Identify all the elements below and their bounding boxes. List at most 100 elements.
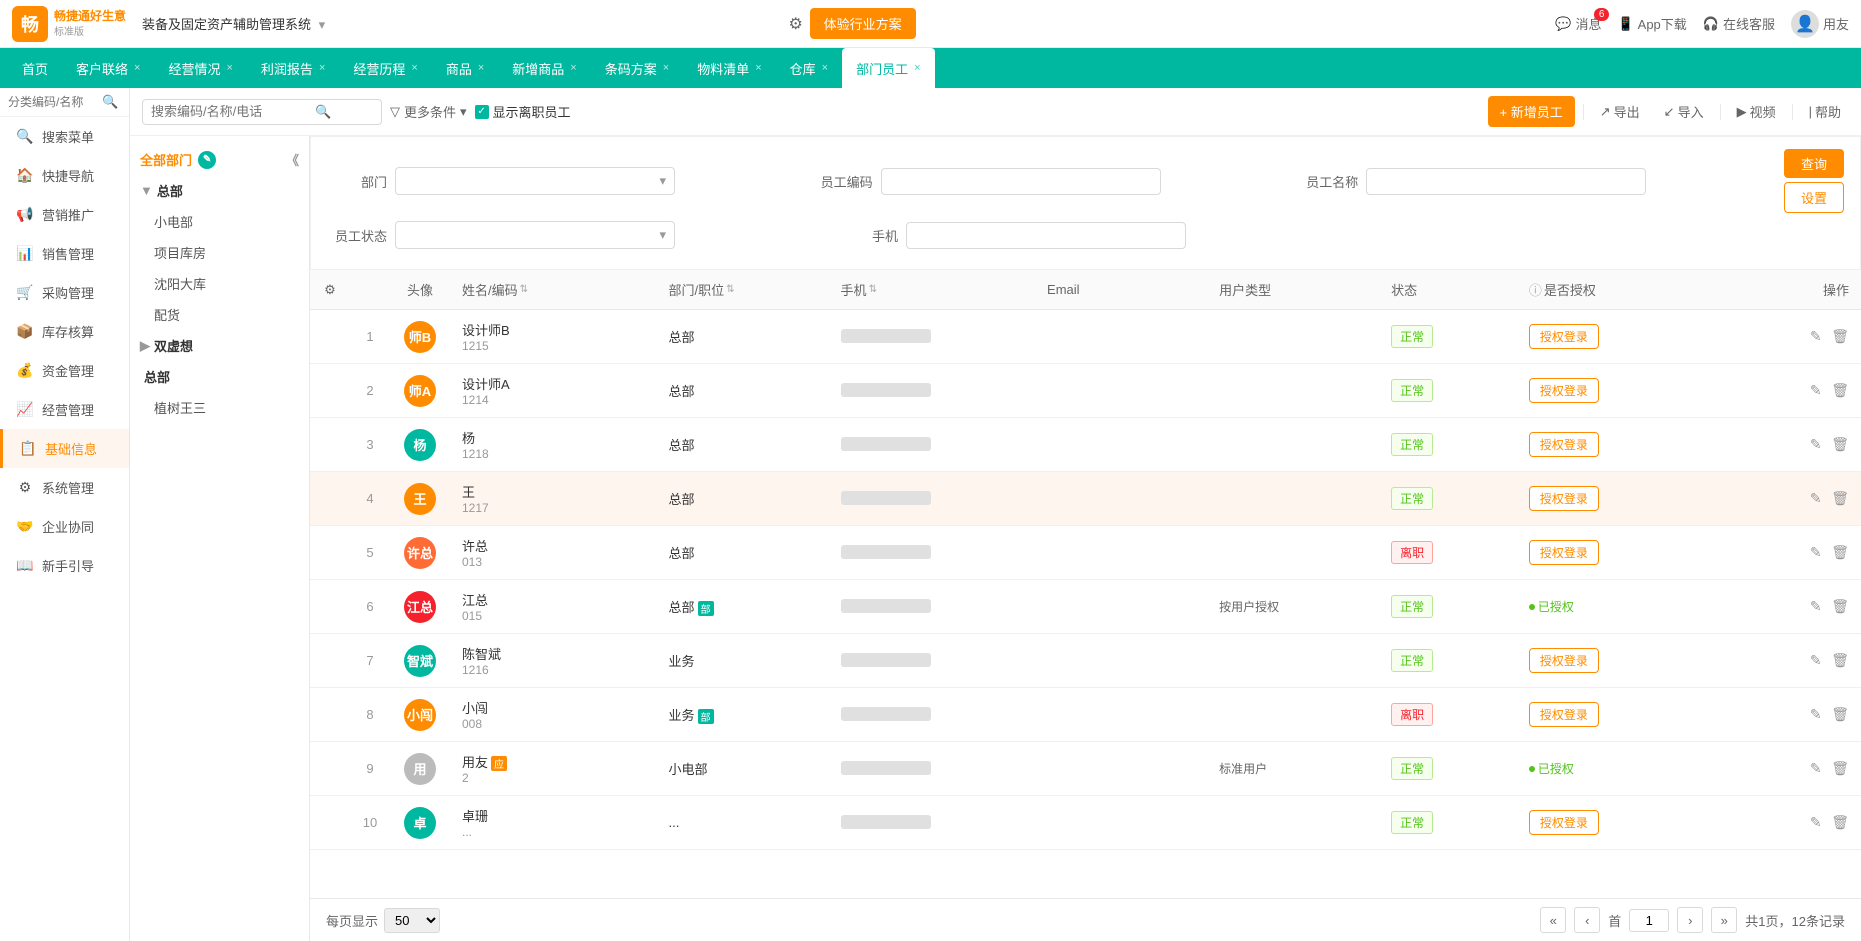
- delete-icon[interactable]: 🗑: [1831, 760, 1849, 776]
- sidebar-item-marketing[interactable]: 📢 营销推广: [0, 195, 129, 234]
- close-icon[interactable]: ×: [411, 62, 417, 74]
- sidebar-item-search[interactable]: 🔍 搜索菜单: [0, 117, 129, 156]
- sidebar-item-finance[interactable]: 💰 资金管理: [0, 351, 129, 390]
- import-button[interactable]: ↙ 导入: [1656, 98, 1712, 125]
- auth-login-button[interactable]: 授权登录: [1529, 702, 1599, 727]
- close-icon[interactable]: ×: [822, 62, 828, 74]
- sidebar-item-sales[interactable]: 📊 销售管理: [0, 234, 129, 273]
- close-icon[interactable]: ×: [570, 62, 576, 74]
- delete-icon[interactable]: 🗑: [1831, 706, 1849, 722]
- dept-item-project[interactable]: 项目库房: [130, 237, 309, 268]
- add-employee-button[interactable]: + 新增员工: [1488, 96, 1575, 127]
- sidebar-item-guide[interactable]: 📖 新手引导: [0, 546, 129, 585]
- sidebar-item-basic[interactable]: 📋 基础信息: [0, 429, 129, 468]
- empstatus-filter-select[interactable]: ▾: [395, 221, 675, 249]
- delete-icon[interactable]: 🗑: [1831, 814, 1849, 830]
- dept-item-shenyang[interactable]: 沈阳大库: [130, 268, 309, 299]
- dept-edit-button[interactable]: ✎: [198, 151, 216, 169]
- auth-login-button[interactable]: 授权登录: [1529, 432, 1599, 457]
- sidebar-item-purchase[interactable]: 🛒 采购管理: [0, 273, 129, 312]
- prev-page-button[interactable]: ‹: [1574, 907, 1600, 933]
- show-former-checkbox[interactable]: ✓ 显示离职员工: [475, 102, 571, 121]
- close-icon[interactable]: ×: [478, 62, 484, 74]
- dept-group-shuang[interactable]: ▶ 双虚想: [130, 330, 309, 361]
- th-name[interactable]: 姓名/编码 ⇅: [450, 270, 656, 310]
- tab-profit[interactable]: 利润报告×: [247, 48, 339, 88]
- app-download-button[interactable]: 📱 App下载: [1617, 14, 1686, 33]
- edit-icon[interactable]: ✎: [1810, 544, 1822, 560]
- edit-icon[interactable]: ✎: [1810, 706, 1822, 722]
- phone-filter-input[interactable]: [906, 222, 1186, 249]
- settings-button[interactable]: ⚙: [782, 10, 810, 38]
- tab-customer[interactable]: 客户联络×: [62, 48, 154, 88]
- tab-goods[interactable]: 商品×: [432, 48, 498, 88]
- tab-barcode[interactable]: 条码方案×: [591, 48, 683, 88]
- edit-icon[interactable]: ✎: [1810, 598, 1822, 614]
- query-button[interactable]: 查询: [1784, 149, 1844, 178]
- dept-item-xiaodian[interactable]: 小电部: [130, 206, 309, 237]
- th-dept[interactable]: 部门/职位 ⇅: [656, 270, 828, 310]
- edit-icon[interactable]: ✎: [1810, 490, 1822, 506]
- tab-employees[interactable]: 部门员工×: [842, 48, 934, 88]
- auth-login-button[interactable]: 授权登录: [1529, 324, 1599, 349]
- online-service-button[interactable]: 🎧 在线客服: [1703, 14, 1775, 33]
- export-button[interactable]: ↗ 导出: [1592, 98, 1648, 125]
- edit-icon[interactable]: ✎: [1810, 760, 1822, 776]
- edit-icon[interactable]: ✎: [1810, 328, 1822, 344]
- page-input[interactable]: [1629, 909, 1669, 932]
- search-icon[interactable]: 🔍: [315, 104, 331, 120]
- search-input[interactable]: [151, 104, 311, 119]
- sidebar-item-operations[interactable]: 📈 经营管理: [0, 390, 129, 429]
- delete-icon[interactable]: 🗑: [1831, 544, 1849, 560]
- tab-bom[interactable]: 物料清单×: [683, 48, 775, 88]
- first-page-button[interactable]: «: [1540, 907, 1566, 933]
- delete-icon[interactable]: 🗑: [1831, 328, 1849, 344]
- sidebar-item-collab[interactable]: 🤝 企业协同: [0, 507, 129, 546]
- empcode-filter-input[interactable]: [881, 168, 1161, 195]
- delete-icon[interactable]: 🗑: [1831, 652, 1849, 668]
- sidebar-item-quicknav[interactable]: 🏠 快捷导航: [0, 156, 129, 195]
- delete-icon[interactable]: 🗑: [1831, 382, 1849, 398]
- tab-history[interactable]: 经营历程×: [339, 48, 431, 88]
- sidebar-item-inventory[interactable]: 📦 库存核算: [0, 312, 129, 351]
- sidebar-item-system[interactable]: ⚙ 系统管理: [0, 468, 129, 507]
- edit-icon[interactable]: ✎: [1810, 814, 1822, 830]
- edit-icon[interactable]: ✎: [1810, 382, 1822, 398]
- edit-icon[interactable]: ✎: [1810, 652, 1822, 668]
- edit-icon[interactable]: ✎: [1810, 436, 1822, 452]
- reset-button[interactable]: 设置: [1784, 182, 1844, 213]
- dept-filter-select[interactable]: ▾: [395, 167, 675, 195]
- collapse-button[interactable]: 《: [286, 150, 299, 169]
- th-phone[interactable]: 手机 ⇅: [829, 270, 1035, 310]
- dept-group-zongbu[interactable]: 总部: [130, 361, 309, 392]
- auth-login-button[interactable]: 授权登录: [1529, 378, 1599, 403]
- auth-login-button[interactable]: 授权登录: [1529, 810, 1599, 835]
- th-settings[interactable]: ⚙: [310, 270, 350, 310]
- per-page-select[interactable]: 50 100 200: [384, 908, 440, 933]
- close-icon[interactable]: ×: [663, 62, 669, 74]
- close-icon[interactable]: ×: [134, 62, 140, 74]
- next-page-button[interactable]: ›: [1677, 907, 1703, 933]
- empname-filter-input[interactable]: [1366, 168, 1646, 195]
- tab-warehouse[interactable]: 仓库×: [776, 48, 842, 88]
- auth-login-button[interactable]: 授权登录: [1529, 540, 1599, 565]
- tab-operations[interactable]: 经营情况×: [154, 48, 246, 88]
- delete-icon[interactable]: 🗑: [1831, 436, 1849, 452]
- all-dept-label[interactable]: 全部部门: [140, 150, 192, 169]
- close-icon[interactable]: ×: [755, 62, 761, 74]
- close-icon[interactable]: ×: [914, 62, 920, 74]
- tab-new-goods[interactable]: 新增商品×: [498, 48, 590, 88]
- dept-item-zhishu[interactable]: 植树王三: [130, 392, 309, 423]
- close-icon[interactable]: ×: [226, 62, 232, 74]
- delete-icon[interactable]: 🗑: [1831, 598, 1849, 614]
- video-button[interactable]: ▶ 视频: [1729, 98, 1784, 125]
- sidebar-search-input[interactable]: [8, 95, 98, 109]
- last-page-button[interactable]: »: [1711, 907, 1737, 933]
- close-icon[interactable]: ×: [319, 62, 325, 74]
- user-avatar-button[interactable]: 👤 用友: [1791, 10, 1849, 38]
- delete-icon[interactable]: 🗑: [1831, 490, 1849, 506]
- dept-group-zonbu[interactable]: ▼ 总部: [130, 175, 309, 206]
- help-button[interactable]: | 帮助: [1801, 98, 1849, 125]
- more-filter-button[interactable]: ▽ 更多条件 ▾: [390, 102, 467, 121]
- message-button[interactable]: 💬 消息 6: [1555, 14, 1601, 33]
